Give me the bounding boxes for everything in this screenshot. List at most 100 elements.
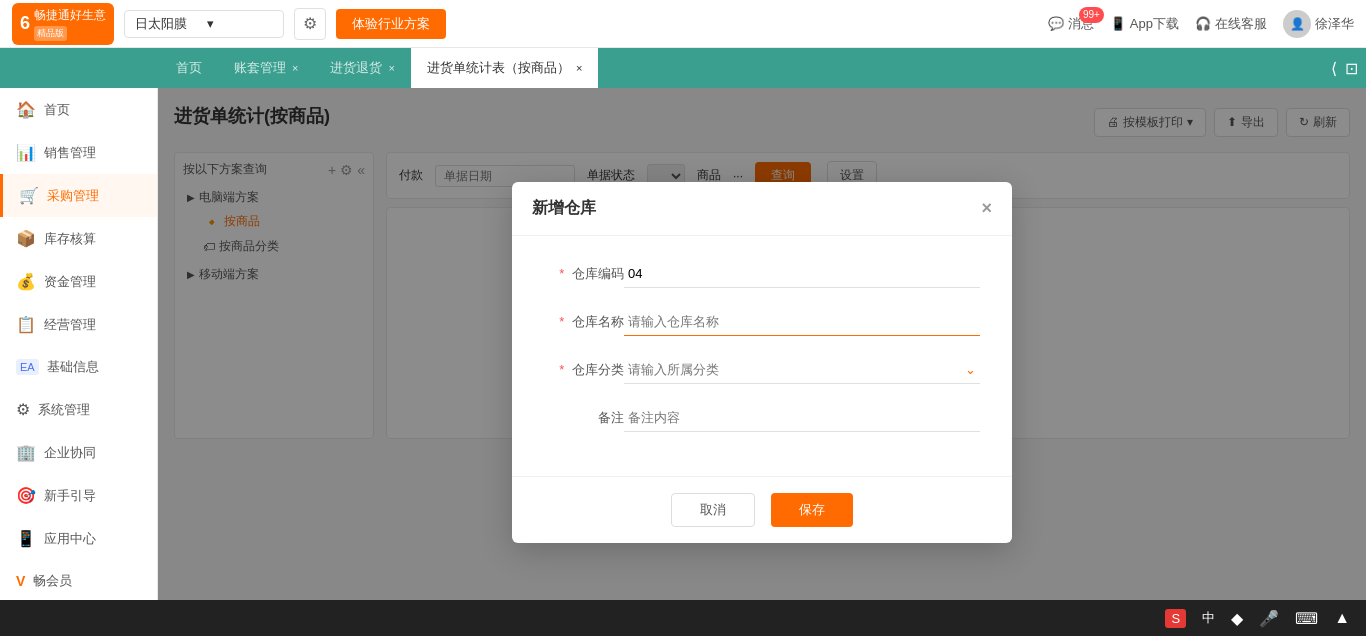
sidebar-item-home[interactable]: 🏠 首页 [0,88,157,131]
tab-prev-icon[interactable]: ⟨ [1331,59,1337,78]
user-profile-button[interactable]: 👤 徐泽华 [1283,10,1354,38]
save-button[interactable]: 保存 [771,493,853,527]
remark-label: 备注 [544,409,624,427]
gear-button[interactable]: ⚙ [294,8,326,40]
sidebar-item-purchase[interactable]: 🛒 采购管理 [0,174,157,217]
bottom-microphone-icon[interactable]: 🎤 [1259,609,1279,628]
messages-button[interactable]: 💬 消息 99+ [1048,15,1094,33]
sidebar-item-app-center-label: 应用中心 [44,530,96,548]
online-service-label: 在线客服 [1215,15,1267,33]
sidebar-item-app-center[interactable]: 📱 应用中心 [0,517,157,560]
sidebar-item-inventory[interactable]: 📦 库存核算 [0,217,157,260]
tab-purchase-return[interactable]: 进货退货 × [314,48,410,88]
bottom-icon-zh[interactable]: 中 [1202,609,1215,627]
sidebar-item-guide[interactable]: 🎯 新手引导 [0,474,157,517]
tab-window-icon[interactable]: ⊡ [1345,59,1358,78]
sidebar-item-vip-label: 畅会员 [33,572,72,590]
store-selector[interactable]: 日太阳膜 ▾ [124,10,284,38]
guide-icon: 🎯 [16,486,36,505]
logo-text: 畅捷通好生意 [34,7,106,24]
required-star-category: * [559,362,564,377]
sidebar-item-guide-label: 新手引导 [44,487,96,505]
tab-bar-actions: ⟨ ⊡ [1331,59,1366,78]
top-right-area: 💬 消息 99+ 📱 App下载 🎧 在线客服 👤 徐泽华 [1048,10,1354,38]
bottom-icon-diamond[interactable]: ◆ [1231,609,1243,628]
name-label: * 仓库名称 [544,313,624,331]
inventory-icon: 📦 [16,229,36,248]
bottom-keyboard-icon[interactable]: ⌨ [1295,609,1318,628]
modal-header: 新增仓库 × [512,182,1012,236]
required-star-name: * [559,314,564,329]
tab-account-close[interactable]: × [292,62,298,74]
chevron-down-icon: ▾ [207,16,273,31]
sidebar-item-finance-label: 资金管理 [44,273,96,291]
category-form-label: * 仓库分类 [544,361,624,379]
cancel-button[interactable]: 取消 [671,493,755,527]
tab-purchase-stats-label: 进货单统计表（按商品） [427,59,570,77]
phone-icon: 📱 [1110,16,1126,31]
sidebar-item-vip[interactable]: V 畅会员 [0,560,157,602]
tab-account-label: 账套管理 [234,59,286,77]
bottom-icon-s[interactable]: S [1165,609,1186,628]
bottom-flag-icon[interactable]: ▲ [1334,609,1350,627]
sidebar-item-basic-info[interactable]: EA 基础信息 [0,346,157,388]
form-row-category: * 仓库分类 ⌄ [544,356,980,384]
home-icon: 🏠 [16,100,36,119]
enterprise-icon: 🏢 [16,443,36,462]
logo-area: 6 畅捷通好生意 精品版 [12,3,114,45]
modal-close-button[interactable]: × [981,198,992,219]
system-icon: ⚙ [16,400,30,419]
app-center-icon: 📱 [16,529,36,548]
warehouse-name-input[interactable] [624,308,980,336]
finance-icon: 💰 [16,272,36,291]
tab-home-label: 首页 [176,59,202,77]
sidebar-item-basic-info-label: 基础信息 [47,358,99,376]
headphone-icon: 🎧 [1195,16,1211,31]
tab-account[interactable]: 账套管理 × [218,48,314,88]
sidebar-item-operations-label: 经营管理 [44,316,96,334]
sidebar-item-enterprise[interactable]: 🏢 企业协同 [0,431,157,474]
purchase-icon: 🛒 [19,186,39,205]
tab-purchase-return-label: 进货退货 [330,59,382,77]
gear-icon: ⚙ [303,14,317,33]
trial-button[interactable]: 体验行业方案 [336,9,446,39]
user-avatar: 👤 [1283,10,1311,38]
modal-overlay: 新增仓库 × * 仓库编码 * [158,88,1366,636]
warehouse-code-input[interactable] [624,260,980,288]
warehouse-category-selector[interactable]: ⌄ [624,356,980,384]
sidebar-item-operations[interactable]: 📋 经营管理 [0,303,157,346]
logo-icon: 6 [20,13,30,34]
app-download-button[interactable]: 📱 App下载 [1110,15,1179,33]
required-star-code: * [559,266,564,281]
tab-purchase-return-close[interactable]: × [388,62,394,74]
form-row-name: * 仓库名称 [544,308,980,336]
sidebar-item-finance[interactable]: 💰 资金管理 [0,260,157,303]
warehouse-category-input[interactable] [628,362,965,377]
tab-home[interactable]: 首页 [160,48,218,88]
bottom-bar: S 中 ◆ 🎤 ⌨ ▲ [0,600,1366,636]
basic-info-icon: EA [16,359,39,375]
category-dropdown-arrow: ⌄ [965,362,976,377]
app-download-label: App下载 [1130,15,1179,33]
sidebar-item-sales[interactable]: 📊 销售管理 [0,131,157,174]
online-service-button[interactable]: 🎧 在线客服 [1195,15,1267,33]
sidebar: 🏠 首页 📊 销售管理 🛒 采购管理 📦 库存核算 💰 资金管理 📋 经营管理 … [0,88,158,636]
sidebar-item-sales-label: 销售管理 [44,144,96,162]
operations-icon: 📋 [16,315,36,334]
remark-input[interactable] [624,404,980,432]
tab-purchase-stats[interactable]: 进货单统计表（按商品） × [411,48,598,88]
user-name: 徐泽华 [1315,15,1354,33]
vip-icon: V [16,573,25,589]
modal-title: 新增仓库 [532,198,596,219]
sidebar-item-purchase-label: 采购管理 [47,187,99,205]
sidebar-item-inventory-label: 库存核算 [44,230,96,248]
tab-purchase-stats-close[interactable]: × [576,62,582,74]
content-area: 进货单统计(按商品) 🖨 按模板打印 ▾ ⬆ 导出 ↻ 刷新 [158,88,1366,636]
logo-badge: 精品版 [34,26,67,41]
sidebar-item-home-label: 首页 [44,101,70,119]
message-icon: 💬 [1048,16,1064,31]
sidebar-item-system[interactable]: ⚙ 系统管理 [0,388,157,431]
main-layout: 🏠 首页 📊 销售管理 🛒 采购管理 📦 库存核算 💰 资金管理 📋 经营管理 … [0,88,1366,636]
sales-icon: 📊 [16,143,36,162]
sidebar-item-enterprise-label: 企业协同 [44,444,96,462]
